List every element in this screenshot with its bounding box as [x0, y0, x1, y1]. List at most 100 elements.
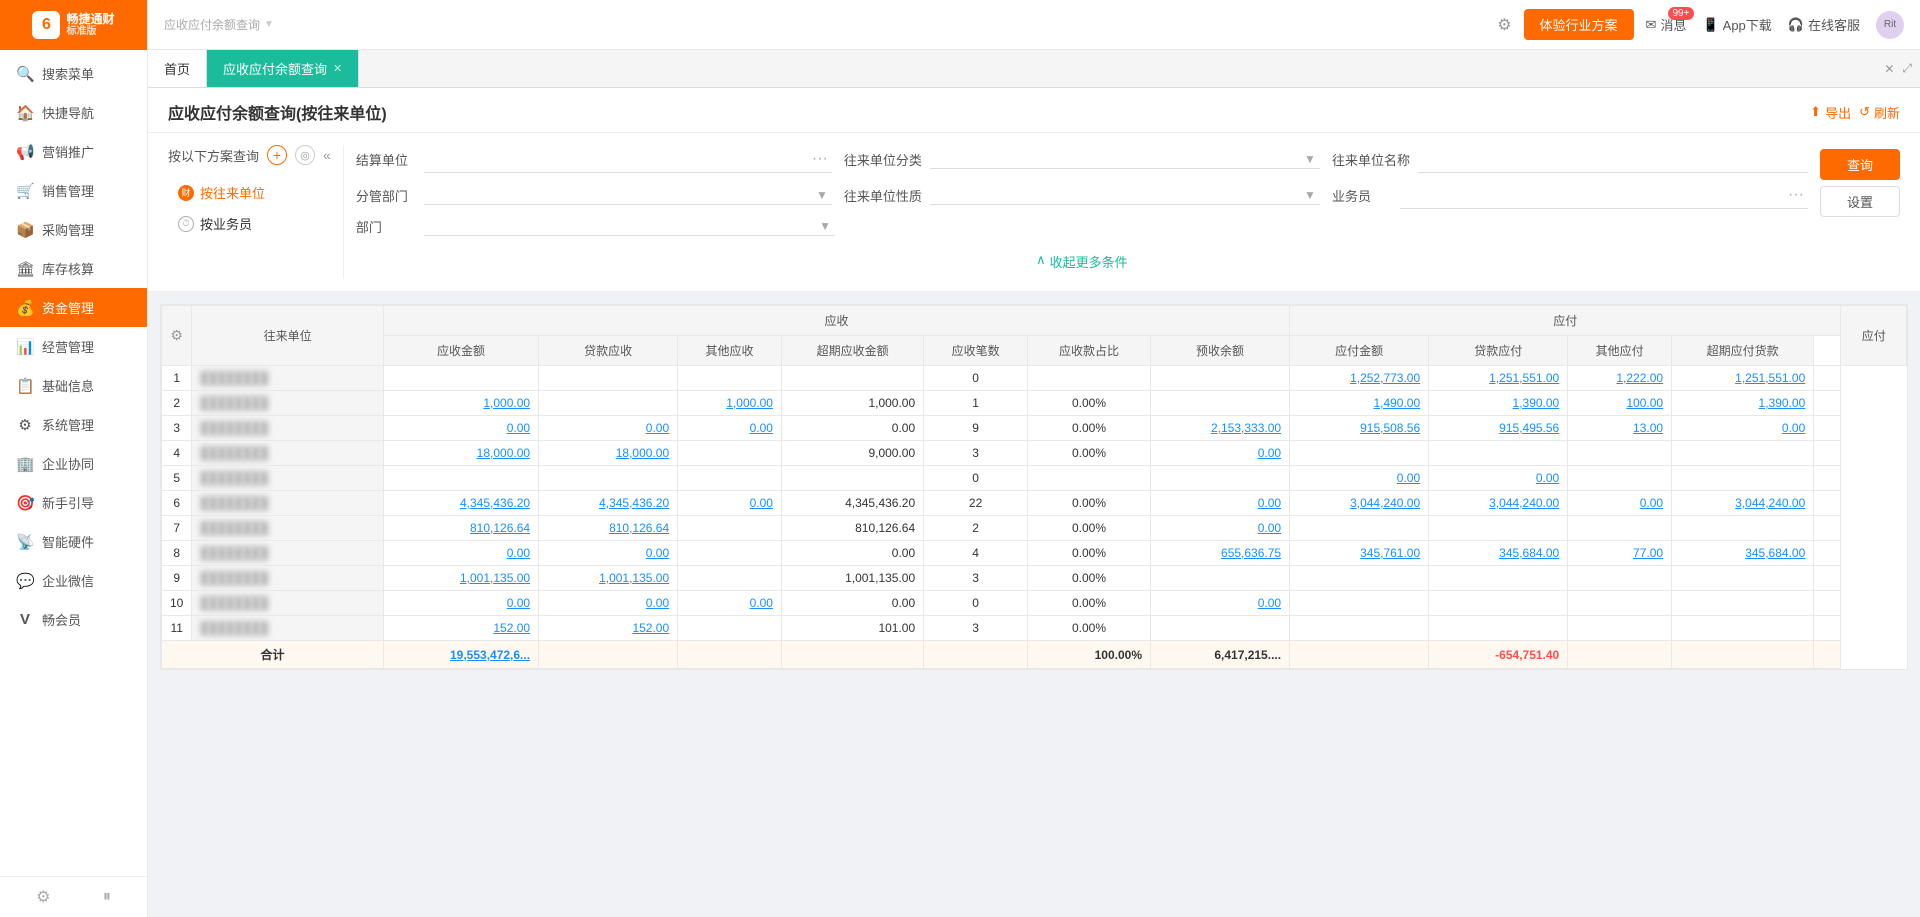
- filter-more-button[interactable]: ∧ 收起更多条件: [356, 244, 1808, 279]
- marketing-icon: 📢: [16, 143, 34, 161]
- row-overdue-ap: [1672, 516, 1814, 541]
- row-prepay: 2,153,333.00: [1151, 416, 1290, 441]
- tab-expand-icon[interactable]: ⤢: [1902, 61, 1912, 76]
- tab-close-all-icon[interactable]: ✕: [1884, 62, 1894, 76]
- row-other-ap: 1,222.00: [1568, 366, 1672, 391]
- total-ap-amount: [1290, 641, 1429, 669]
- row-ar-count: 9: [924, 416, 1028, 441]
- row-prepay: [1151, 366, 1290, 391]
- sidebar-menu: 🔍 搜索菜单 🏠 快捷导航 📢 营销推广 🛒 销售管理 📦 采购管理 🏛: [0, 50, 147, 876]
- partner-name-input[interactable]: [1422, 147, 1804, 170]
- row-other-ar: [678, 366, 782, 391]
- tab-home[interactable]: 首页: [148, 50, 207, 87]
- cta-button[interactable]: 体验行业方案: [1524, 9, 1634, 40]
- query-button[interactable]: 查询: [1820, 149, 1900, 180]
- sidebar-item-label: 营销推广: [42, 142, 94, 161]
- settlement-input[interactable]: [428, 147, 812, 170]
- sidebar-item-quicknav[interactable]: 🏠 快捷导航: [0, 93, 147, 132]
- scheme-item-partner[interactable]: 财 按往来单位: [168, 177, 331, 208]
- row-ar-ratio: 0.00%: [1028, 541, 1151, 566]
- row-ap-amount: [1290, 441, 1429, 466]
- section-select[interactable]: ▼: [424, 217, 835, 236]
- table-settings-icon[interactable]: ⚙: [170, 327, 183, 343]
- filter-add-button[interactable]: +: [267, 145, 287, 165]
- sidebar-item-member[interactable]: V 畅会员: [0, 600, 147, 639]
- row-ap-amount: [1290, 616, 1429, 641]
- settlement-dots-icon[interactable]: ···: [812, 150, 828, 168]
- row-ar-count: 2: [924, 516, 1028, 541]
- salesman-input[interactable]: [1404, 183, 1788, 206]
- row-ar-amount: [384, 466, 539, 491]
- row-ar-ratio: 0.00%: [1028, 491, 1151, 516]
- sidebar-item-search[interactable]: 🔍 搜索菜单: [0, 54, 147, 93]
- export-button[interactable]: ⬆ 导出: [1810, 103, 1851, 122]
- row-ap-amount: 915,508.56: [1290, 416, 1429, 441]
- row-other-ar: 0.00: [678, 591, 782, 616]
- set-button[interactable]: 设置: [1820, 186, 1900, 217]
- partner-category-select[interactable]: ▼: [930, 150, 1320, 169]
- sidebar-item-operations[interactable]: 📊 经营管理: [0, 327, 147, 366]
- page-title: 应收应付余额查询(按往来单位): [168, 100, 387, 124]
- app-download-button[interactable]: 📱 App下载: [1702, 15, 1771, 34]
- breadcrumb: 应收应付余额查询 ▼: [164, 16, 1485, 33]
- sidebar-item-enterprise[interactable]: 🏢 企业协同: [0, 444, 147, 483]
- row-no: 9: [162, 566, 192, 591]
- row-ap-end: [1814, 591, 1841, 616]
- settings-icon[interactable]: ⚙: [1497, 15, 1511, 35]
- row-loan-ap: [1429, 516, 1568, 541]
- sidebar-item-finance[interactable]: 💰 资金管理: [0, 288, 147, 327]
- row-loan-ar: [539, 466, 678, 491]
- sidebar-item-guide[interactable]: 🎯 新手引导: [0, 483, 147, 522]
- row-no: 8: [162, 541, 192, 566]
- row-no: 3: [162, 416, 192, 441]
- dept-select[interactable]: ▼: [424, 186, 832, 205]
- row-ap-amount: 345,761.00: [1290, 541, 1429, 566]
- sidebar-item-label: 企业协同: [42, 454, 94, 473]
- row-ap-end: [1814, 466, 1841, 491]
- messages-button[interactable]: ✉ 消息 99+: [1646, 15, 1687, 34]
- sidebar-item-inventory[interactable]: 🏛 库存核算: [0, 249, 147, 288]
- dept-chevron: ▼: [816, 188, 828, 202]
- row-loan-ap: [1429, 566, 1568, 591]
- tab-ar-ap[interactable]: 应收应付余额查询 ✕: [207, 50, 359, 87]
- row-other-ap: 0.00: [1568, 491, 1672, 516]
- row-prepay: [1151, 466, 1290, 491]
- scheme-item-salesman[interactable]: ⏱ 按业务员: [168, 208, 331, 239]
- row-overdue-ar: 0.00: [781, 591, 923, 616]
- row-ar-count: 4: [924, 541, 1028, 566]
- settings-bottom-icon[interactable]: ⚙: [36, 887, 50, 907]
- logo-icon: 6: [32, 11, 60, 39]
- tab-close-icon[interactable]: ✕: [333, 62, 342, 75]
- sidebar-item-wechat[interactable]: 💬 企业微信: [0, 561, 147, 600]
- row-no: 5: [162, 466, 192, 491]
- sidebar-item-system[interactable]: ⚙ 系统管理: [0, 405, 147, 444]
- sidebar-item-purchase[interactable]: 📦 采购管理: [0, 210, 147, 249]
- filter-collapse-button[interactable]: «: [323, 147, 331, 163]
- settlement-label: 结算单位: [356, 150, 416, 169]
- row-ar-count: 1: [924, 391, 1028, 416]
- sidebar-item-marketing[interactable]: 📢 营销推广: [0, 132, 147, 171]
- row-ar-count: 3: [924, 441, 1028, 466]
- sidebar-item-basicinfo[interactable]: 📋 基础信息: [0, 366, 147, 405]
- online-service-button[interactable]: 🎧 在线客服: [1788, 15, 1860, 34]
- sidebar-item-smarthw[interactable]: 📡 智能硬件: [0, 522, 147, 561]
- row-other-ap: 13.00: [1568, 416, 1672, 441]
- system-icon: ⚙: [16, 416, 34, 434]
- filter-group-partner-name: 往来单位名称: [1332, 145, 1808, 173]
- smarthw-icon: 📡: [16, 533, 34, 551]
- refresh-button[interactable]: ↺ 刷新: [1859, 103, 1900, 122]
- query-set-col: 查询 设置: [1808, 149, 1900, 279]
- sidebar-item-sales[interactable]: 🛒 销售管理: [0, 171, 147, 210]
- filter-target-button[interactable]: ◎: [295, 145, 315, 165]
- total-other-ap: [1568, 641, 1672, 669]
- row-ap-amount: [1290, 591, 1429, 616]
- partner-category-label: 往来单位分类: [844, 150, 922, 169]
- user-avatar[interactable]: Rit: [1876, 11, 1904, 39]
- row-ar-ratio: 0.00%: [1028, 516, 1151, 541]
- th-ap-amount: 应付金额: [1290, 336, 1429, 366]
- total-ap-end: [1814, 641, 1841, 669]
- collapse-sidebar-icon[interactable]: ⏸: [103, 888, 111, 906]
- salesman-dots-icon[interactable]: ···: [1788, 186, 1804, 204]
- row-partner: ████████: [192, 591, 384, 616]
- partner-nature-select[interactable]: ▼: [930, 186, 1320, 205]
